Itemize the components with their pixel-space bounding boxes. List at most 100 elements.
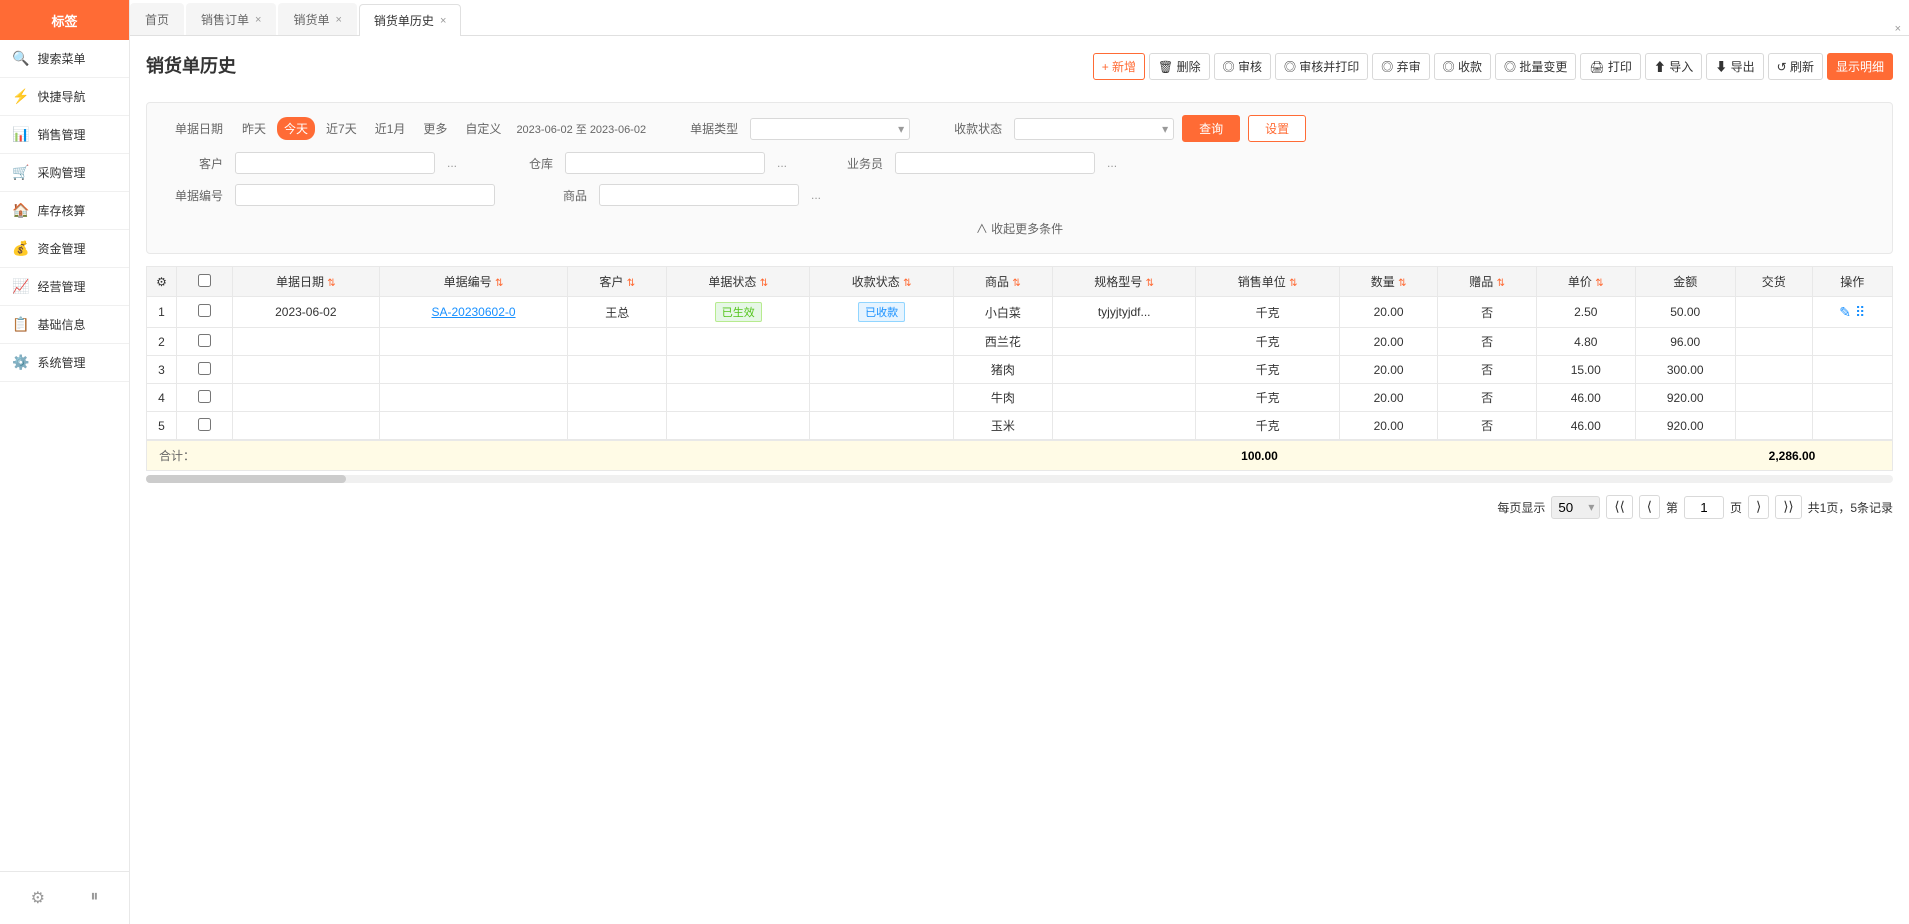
sidebar-item-system-mgmt[interactable]: ⚙️ 系统管理: [0, 344, 129, 382]
doc-no-input[interactable]: [235, 184, 495, 206]
sidebar-item-operation-mgmt[interactable]: 📈 经营管理: [0, 268, 129, 306]
col-collect-status[interactable]: 收款状态 ⇅: [810, 267, 953, 297]
date-btn-1month[interactable]: 近1月: [368, 117, 413, 140]
scrollbar-thumb[interactable]: [146, 475, 346, 483]
row-checkbox[interactable]: [198, 418, 211, 431]
select-all-checkbox[interactable]: [198, 274, 211, 287]
sort-collect-status-icon: ⇅: [903, 278, 911, 289]
export-button[interactable]: ⬇ 导出: [1706, 53, 1763, 80]
salesperson-input[interactable]: [895, 152, 1095, 174]
col-doc-status[interactable]: 单据状态 ⇅: [667, 267, 810, 297]
more-icon[interactable]: ⠿: [1855, 304, 1865, 321]
batch-change-button[interactable]: ◎ 批量变更: [1495, 53, 1576, 80]
tab-sales-history[interactable]: 销货单历史 ×: [359, 4, 461, 36]
tab-sales-goods[interactable]: 销货单 ×: [278, 3, 356, 35]
doc-status-badge: 已生效: [715, 302, 762, 322]
tab-sales-history-close[interactable]: ×: [440, 15, 446, 27]
date-btn-yesterday[interactable]: 昨天: [235, 117, 273, 140]
sidebar-item-basic-info[interactable]: 📋 基础信息: [0, 306, 129, 344]
sidebar-item-inventory-calc[interactable]: 🏠 库存核算: [0, 192, 129, 230]
tab-close-all[interactable]: ×: [1895, 23, 1901, 35]
goods-dots-btn[interactable]: ...: [807, 188, 825, 202]
col-spec-type[interactable]: 规格型号 ⇅: [1052, 267, 1195, 297]
col-gift[interactable]: 赠品 ⇅: [1438, 267, 1537, 297]
sidebar-item-quick-nav[interactable]: ⚡ 快捷导航: [0, 78, 129, 116]
pause-bottom-icon[interactable]: ⏸: [90, 888, 98, 908]
next-page-button[interactable]: ⟩: [1748, 495, 1769, 519]
col-gear[interactable]: ⚙: [147, 267, 177, 297]
total-records: 共1页，5条记录: [1808, 499, 1893, 516]
salesperson-dots-btn[interactable]: ...: [1103, 156, 1121, 170]
cell-doc-no: [379, 384, 568, 412]
sidebar-item-search-menu[interactable]: 🔍 搜索菜单: [0, 40, 129, 78]
audit-button[interactable]: ◎ 审核: [1214, 53, 1271, 80]
warehouse-input[interactable]: [565, 152, 765, 174]
tab-sales-order-close[interactable]: ×: [255, 14, 261, 26]
date-btn-7days[interactable]: 近7天: [319, 117, 364, 140]
horizontal-scrollbar[interactable]: [146, 475, 1893, 483]
collapse-btn[interactable]: ∧ 收起更多条件: [163, 216, 1876, 241]
customer-input[interactable]: [235, 152, 435, 174]
collect-button[interactable]: ◎ 收款: [1434, 53, 1491, 80]
cell-customer: [568, 412, 667, 440]
edit-icon[interactable]: ✎: [1839, 304, 1851, 321]
tab-home[interactable]: 首页: [130, 3, 184, 35]
date-btn-more[interactable]: 更多: [416, 117, 454, 140]
setting-button[interactable]: 设置: [1248, 115, 1306, 142]
cell-checkbox[interactable]: [177, 356, 233, 384]
warehouse-dots-btn[interactable]: ...: [773, 156, 791, 170]
col-customer[interactable]: 客户 ⇅: [568, 267, 667, 297]
col-unit-price[interactable]: 单价 ⇅: [1536, 267, 1635, 297]
goods-input[interactable]: [599, 184, 799, 206]
date-btn-today[interactable]: 今天: [277, 117, 315, 140]
tab-sales-order[interactable]: 销售订单 ×: [186, 3, 276, 35]
settings-bottom-icon[interactable]: ⚙: [31, 888, 45, 908]
row-checkbox[interactable]: [198, 362, 211, 375]
customer-dots-btn[interactable]: ...: [443, 156, 461, 170]
row-checkbox[interactable]: [198, 304, 211, 317]
sidebar-item-sales-mgmt[interactable]: 📊 销售管理: [0, 116, 129, 154]
print-button[interactable]: 🖨 打印: [1580, 53, 1641, 80]
table-row: 4 牛肉 千克 20.00 否 46.00 920.00: [147, 384, 1893, 412]
basic-info-icon: 📋: [12, 316, 29, 333]
delete-button[interactable]: 🗑 删除: [1149, 53, 1210, 80]
sort-gift-icon: ⇅: [1497, 278, 1505, 289]
sidebar-item-purchase-mgmt[interactable]: 🛒 采购管理: [0, 154, 129, 192]
cell-checkbox[interactable]: [177, 384, 233, 412]
cell-checkbox[interactable]: [177, 328, 233, 356]
cell-checkbox[interactable]: [177, 297, 233, 328]
last-page-button[interactable]: ⟩⟩: [1775, 495, 1801, 519]
page-size-select[interactable]: 50 100 200: [1551, 496, 1600, 519]
prev-page-button[interactable]: ⟨: [1639, 495, 1660, 519]
audit-print-button[interactable]: ◎ 审核并打印: [1275, 53, 1368, 80]
collect-status-select[interactable]: [1014, 118, 1174, 140]
col-goods[interactable]: 商品 ⇅: [953, 267, 1052, 297]
refresh-button[interactable]: ↺ 刷新: [1768, 53, 1823, 80]
cell-index: 3: [147, 356, 177, 384]
cell-doc-date: 2023-06-02: [233, 297, 380, 328]
collect-status-badge: 已收款: [858, 302, 905, 322]
col-checkbox[interactable]: [177, 267, 233, 297]
row-checkbox[interactable]: [198, 334, 211, 347]
col-sales-unit[interactable]: 销售单位 ⇅: [1196, 267, 1339, 297]
import-button[interactable]: ⬆ 导入: [1645, 53, 1702, 80]
col-qty[interactable]: 数量 ⇅: [1339, 267, 1438, 297]
col-doc-date[interactable]: 单据日期 ⇅: [233, 267, 380, 297]
cell-doc-no: SA-20230602-0: [379, 297, 568, 328]
tab-sales-goods-close[interactable]: ×: [335, 14, 341, 26]
doc-type-select[interactable]: [750, 118, 910, 140]
show-detail-button[interactable]: 显示明细: [1827, 53, 1893, 80]
cell-qty: 20.00: [1339, 384, 1438, 412]
cell-checkbox[interactable]: [177, 412, 233, 440]
col-doc-no[interactable]: 单据编号 ⇅: [379, 267, 568, 297]
first-page-button[interactable]: ⟨⟨: [1606, 495, 1632, 519]
row-checkbox[interactable]: [198, 390, 211, 403]
sidebar-item-label: 库存核算: [37, 202, 85, 219]
discard-button[interactable]: ◎ 弃审: [1372, 53, 1429, 80]
sidebar-item-funds-mgmt[interactable]: 💰 资金管理: [0, 230, 129, 268]
doc-no-link[interactable]: SA-20230602-0: [431, 305, 515, 319]
query-button[interactable]: 查询: [1182, 115, 1240, 142]
date-btn-custom[interactable]: 自定义: [458, 117, 508, 140]
new-button[interactable]: + 新增: [1093, 53, 1145, 80]
page-number-input[interactable]: [1684, 496, 1724, 519]
